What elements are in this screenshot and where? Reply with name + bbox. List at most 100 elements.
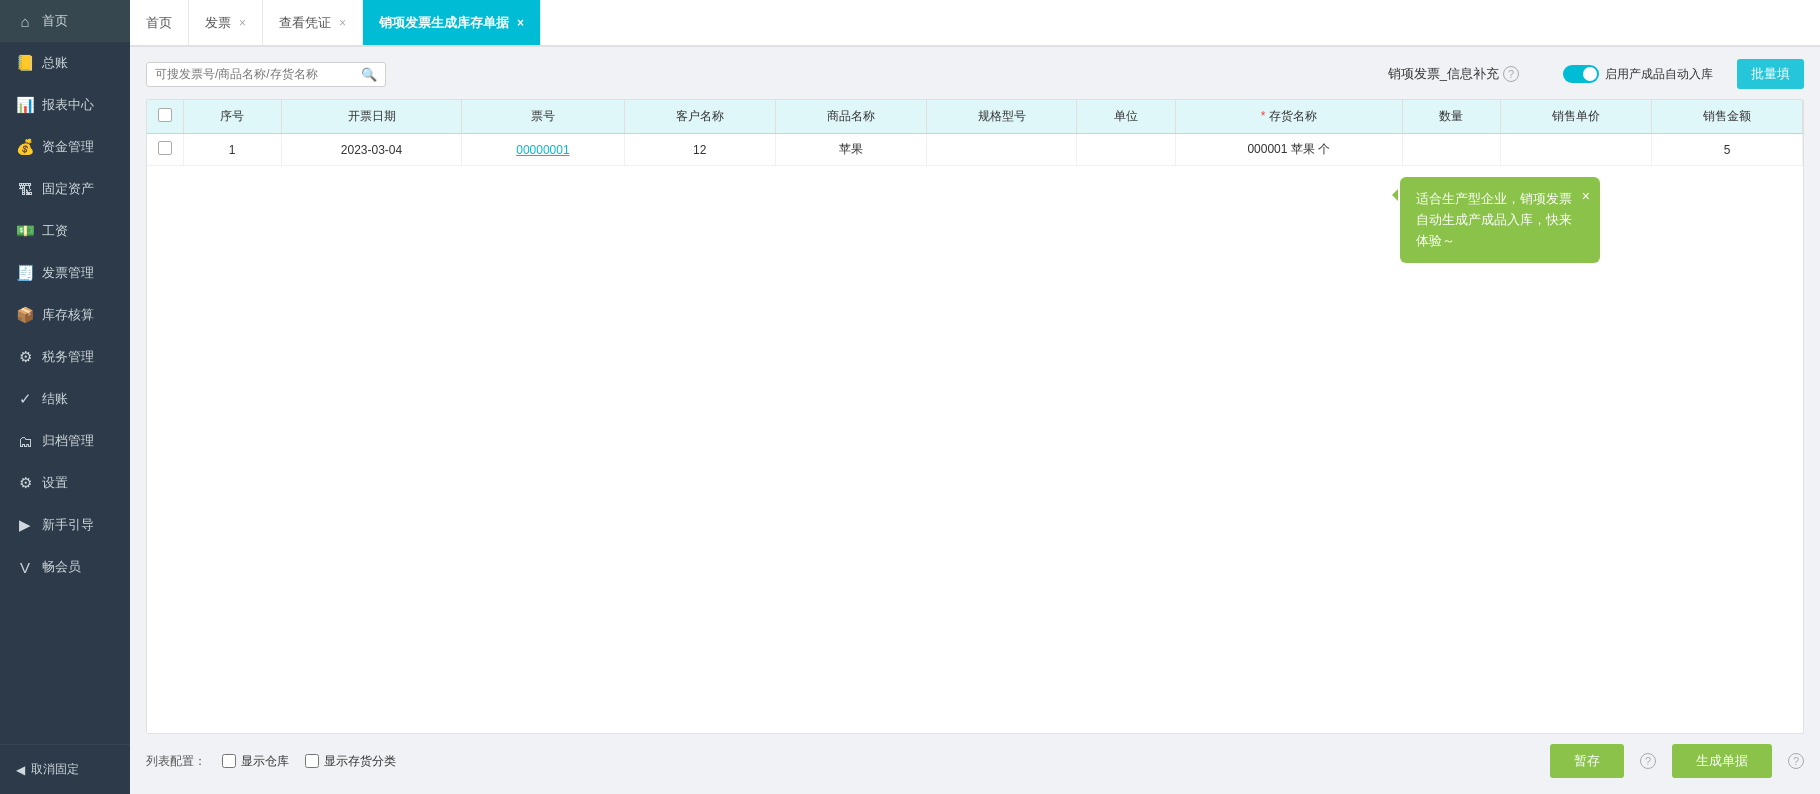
main-area: 首页 发票 × 查看凭证 × 销项发票生成库存单据 × 🔍 销项发票_信息补充 …: [130, 0, 1820, 794]
invoice-icon: 🧾: [16, 264, 34, 282]
sidebar: ⌂ 首页 📒 总账 📊 报表中心 💰 资金管理 🏗 固定资产 💵 工资 🧾 发票…: [0, 0, 130, 794]
cell-inventory: 000001 苹果 个: [1175, 134, 1402, 166]
cell-unit-price: [1501, 134, 1652, 166]
row-checkbox-cell: [147, 134, 183, 166]
tab-voucher-close[interactable]: ×: [339, 16, 346, 30]
sidebar-item-label: 固定资产: [42, 180, 94, 198]
show-warehouse-checkbox[interactable]: 显示仓库: [222, 753, 289, 770]
tab-home-label: 首页: [146, 14, 172, 32]
table-header-row: 序号 开票日期 票号 客户名称 商品名称 规格型号 单位 * 存货名称 数量 销…: [147, 100, 1803, 134]
tab-bar: 首页 发票 × 查看凭证 × 销项发票生成库存单据 ×: [130, 0, 1820, 47]
tab-main[interactable]: 销项发票生成库存单据 ×: [363, 0, 541, 45]
reports-icon: 📊: [16, 96, 34, 114]
tab-main-close[interactable]: ×: [517, 16, 524, 30]
auto-warehouse-toggle[interactable]: [1563, 65, 1599, 83]
toolbar: 🔍 销项发票_信息补充 ? 启用产成品自动入库 批量填: [146, 59, 1804, 89]
sidebar-item-archive[interactable]: 🗂 归档管理: [0, 420, 130, 462]
header-seq: 序号: [183, 100, 281, 134]
cell-product: 苹果: [775, 134, 926, 166]
header-unit: 单位: [1077, 100, 1175, 134]
cell-qty: [1402, 134, 1500, 166]
sidebar-item-label: 总账: [42, 54, 68, 72]
table-row: 1 2023-03-04 00000001 12 苹果 000001 苹果 个 …: [147, 134, 1803, 166]
sidebar-item-ledger[interactable]: 📒 总账: [0, 42, 130, 84]
header-unit-price: 销售单价: [1501, 100, 1652, 134]
show-warehouse-label: 显示仓库: [241, 753, 289, 770]
sidebar-item-salary[interactable]: 💵 工资: [0, 210, 130, 252]
show-category-input[interactable]: [305, 754, 319, 768]
generate-button[interactable]: 生成单据: [1672, 744, 1772, 778]
header-checkbox-cell: [147, 100, 183, 134]
search-box[interactable]: 🔍: [146, 62, 386, 87]
salary-icon: 💵: [16, 222, 34, 240]
tab-invoice-close[interactable]: ×: [239, 16, 246, 30]
header-spec: 规格型号: [926, 100, 1077, 134]
info-help-icon[interactable]: ?: [1503, 66, 1519, 82]
sidebar-item-label: 归档管理: [42, 432, 94, 450]
sidebar-item-settings[interactable]: ⚙ 设置: [0, 462, 130, 504]
cell-unit: [1077, 134, 1175, 166]
info-label-text: 销项发票_信息补充: [1388, 65, 1499, 83]
list-config-label: 列表配置：: [146, 753, 206, 770]
cell-seq: 1: [183, 134, 281, 166]
header-ticket-no: 票号: [462, 100, 625, 134]
archive-icon: 🗂: [16, 433, 34, 450]
toggle-label: 启用产成品自动入库: [1605, 66, 1713, 83]
footer-buttons: 暂存 ? 生成单据 ?: [1550, 744, 1804, 778]
sidebar-item-vip[interactable]: V 畅会员: [0, 546, 130, 588]
sidebar-item-label: 税务管理: [42, 348, 94, 366]
sidebar-item-guide[interactable]: ▶ 新手引导: [0, 504, 130, 546]
header-customer: 客户名称: [624, 100, 775, 134]
content-area: 🔍 销项发票_信息补充 ? 启用产成品自动入库 批量填 序: [130, 47, 1820, 794]
generate-help-icon[interactable]: ?: [1788, 753, 1804, 769]
cell-date: 2023-03-04: [281, 134, 461, 166]
sidebar-item-funds[interactable]: 💰 资金管理: [0, 126, 130, 168]
cell-ticket-no[interactable]: 00000001: [462, 134, 625, 166]
sidebar-item-settlement[interactable]: ✓ 结账: [0, 378, 130, 420]
sidebar-item-label: 工资: [42, 222, 68, 240]
pin-label: 取消固定: [31, 761, 79, 778]
save-help-icon[interactable]: ?: [1640, 753, 1656, 769]
show-category-checkbox[interactable]: 显示存货分类: [305, 753, 396, 770]
show-warehouse-input[interactable]: [222, 754, 236, 768]
assets-icon: 🏗: [16, 181, 34, 198]
cell-amount: 5: [1651, 134, 1802, 166]
inventory-icon: 📦: [16, 306, 34, 324]
sidebar-item-label: 首页: [42, 12, 68, 30]
show-category-label: 显示存货分类: [324, 753, 396, 770]
sidebar-item-label: 发票管理: [42, 264, 94, 282]
info-label: 销项发票_信息补充 ?: [1388, 65, 1519, 83]
row-checkbox[interactable]: [158, 141, 172, 155]
sidebar-item-reports[interactable]: 📊 报表中心: [0, 84, 130, 126]
tab-home[interactable]: 首页: [130, 0, 189, 45]
guide-icon: ▶: [16, 516, 34, 534]
select-all-checkbox[interactable]: [158, 108, 172, 122]
sidebar-bottom: ◀ 取消固定: [0, 744, 130, 794]
sidebar-item-label: 报表中心: [42, 96, 94, 114]
search-input[interactable]: [155, 67, 361, 81]
save-button[interactable]: 暂存: [1550, 744, 1624, 778]
tab-voucher[interactable]: 查看凭证 ×: [263, 0, 363, 45]
pin-icon: ◀: [16, 763, 25, 777]
tooltip-close-button[interactable]: ×: [1582, 185, 1590, 207]
header-product: 商品名称: [775, 100, 926, 134]
tax-icon: ⚙: [16, 348, 34, 366]
ledger-icon: 📒: [16, 54, 34, 72]
sidebar-item-home[interactable]: ⌂ 首页: [0, 0, 130, 42]
cell-spec: [926, 134, 1077, 166]
tooltip-text: 适合生产型企业，销项发票自动生成产成品入库，快来体验～: [1416, 191, 1572, 248]
sidebar-item-tax[interactable]: ⚙ 税务管理: [0, 336, 130, 378]
batch-fill-button[interactable]: 批量填: [1737, 59, 1804, 89]
sidebar-item-invoice-mgmt[interactable]: 🧾 发票管理: [0, 252, 130, 294]
vip-icon: V: [16, 559, 34, 576]
toggle-area: 启用产成品自动入库: [1563, 65, 1713, 83]
tab-voucher-label: 查看凭证: [279, 14, 331, 32]
sidebar-item-inventory[interactable]: 📦 库存核算: [0, 294, 130, 336]
tab-main-label: 销项发票生成库存单据: [379, 14, 509, 32]
sidebar-pin-button[interactable]: ◀ 取消固定: [0, 753, 130, 786]
header-date: 开票日期: [281, 100, 461, 134]
sidebar-item-fixed-assets[interactable]: 🏗 固定资产: [0, 168, 130, 210]
funds-icon: 💰: [16, 138, 34, 156]
tab-invoice[interactable]: 发票 ×: [189, 0, 263, 45]
sidebar-item-label: 新手引导: [42, 516, 94, 534]
